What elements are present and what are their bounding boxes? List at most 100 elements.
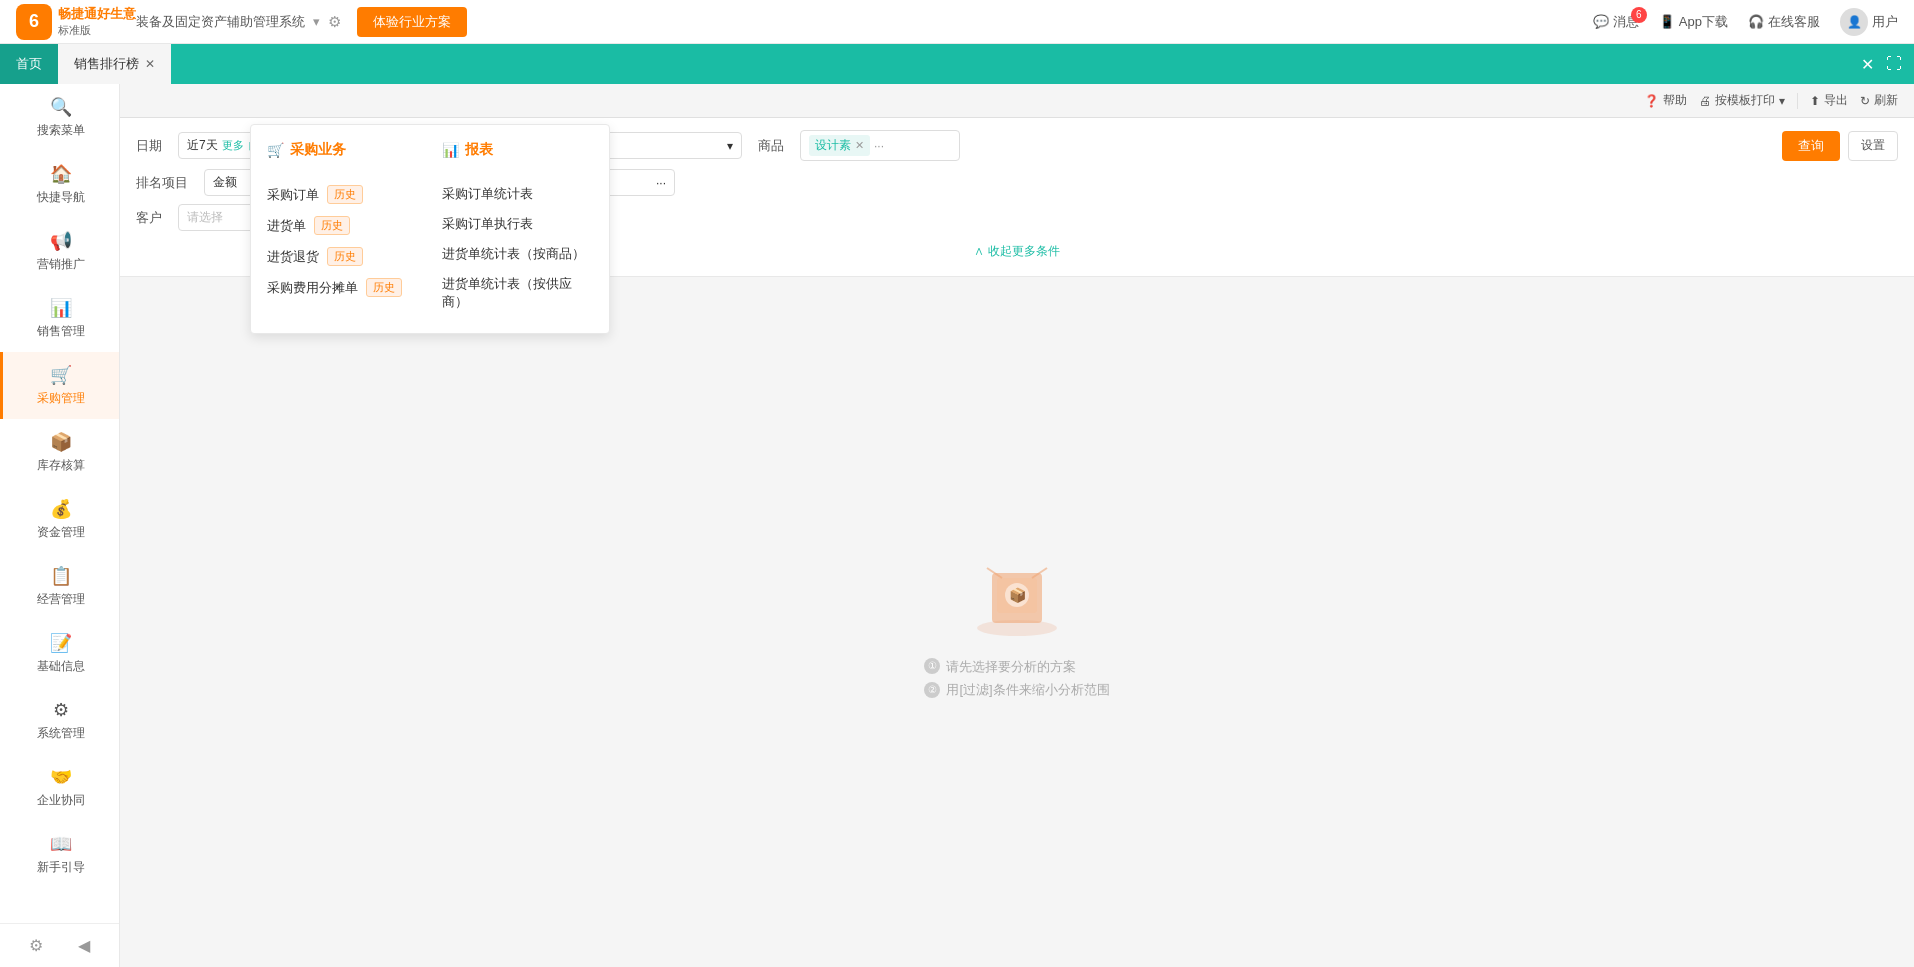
industry-btn[interactable]: 体验行业方案: [357, 7, 467, 37]
home-icon: 🏠: [50, 163, 72, 185]
menu-item-purchase-order[interactable]: 采购订单 历史: [267, 179, 418, 210]
app-download-btn[interactable]: 📱 App下载: [1659, 13, 1728, 31]
message-icon: 💬: [1593, 14, 1609, 29]
search-icon: 🔍: [50, 96, 72, 118]
settings-button[interactable]: 设置: [1848, 131, 1898, 161]
logo: 6 畅捷通好生意 标准版: [16, 4, 136, 40]
message-btn[interactable]: 💬 消息 6: [1593, 13, 1639, 31]
print-arrow-icon: ▾: [1779, 94, 1785, 108]
topbar-right: 💬 消息 6 📱 App下载 🎧 在线客服 👤 用户: [1593, 8, 1898, 36]
basic-icon: 📝: [50, 632, 72, 654]
empty-text: ① 请先选择要分析的方案 ② 用[过滤]条件来缩小分析范围: [924, 655, 1109, 702]
help-btn[interactable]: ❓ 帮助: [1644, 92, 1687, 109]
collapse-icon: ∧: [974, 244, 984, 258]
empty-step-1: ① 请先选择要分析的方案: [924, 655, 1109, 678]
goods-tag-close-icon[interactable]: ✕: [855, 139, 864, 152]
divider: [1797, 93, 1798, 109]
menu-item-purchase-expense[interactable]: 采购费用分摊单 历史: [267, 272, 418, 303]
goods-dots[interactable]: ···: [874, 139, 884, 153]
menu-item-report-receipt-supplier[interactable]: 进货单统计表（按供应商）: [442, 269, 593, 317]
sidebar-item-sales[interactable]: 📊 销售管理: [0, 285, 119, 352]
sidebar-item-inventory[interactable]: 📦 库存核算: [0, 419, 119, 486]
tab-sales-rank[interactable]: 销售排行榜 ✕: [58, 44, 171, 84]
goods-select[interactable]: 设计素 ✕ ···: [800, 130, 960, 161]
purchase-section-icon: 🛒: [267, 142, 284, 158]
customer-label: 客户: [136, 209, 162, 227]
salesman-dots[interactable]: ···: [656, 176, 666, 190]
sidebar-settings-icon[interactable]: ⚙: [29, 936, 43, 955]
export-btn[interactable]: ⬆ 导出: [1810, 92, 1848, 109]
sidebar-item-basic[interactable]: 📝 基础信息: [0, 620, 119, 687]
toolbar-row: ❓ 帮助 🖨 按模板打印 ▾ ⬆ 导出 ↻ 刷新: [120, 84, 1914, 118]
logo-text: 畅捷通好生意 标准版: [58, 6, 136, 37]
newbie-icon: 📖: [50, 833, 72, 855]
history-tag-0: 历史: [327, 185, 363, 204]
refresh-icon: ↻: [1860, 94, 1870, 108]
content-area: ❓ 帮助 🖨 按模板打印 ▾ ⬆ 导出 ↻ 刷新 日期: [120, 84, 1914, 967]
phone-icon: 📱: [1659, 14, 1675, 29]
help-icon: ❓: [1644, 94, 1659, 108]
tabbar-right: ✕ ⛶: [1861, 44, 1914, 84]
sidebar-item-search[interactable]: 🔍 搜索菜单: [0, 84, 119, 151]
sidebar-item-system[interactable]: ⚙ 系统管理: [0, 687, 119, 754]
sidebar-item-finance[interactable]: 💰 资金管理: [0, 486, 119, 553]
sidebar-item-operation[interactable]: 📋 经营管理: [0, 553, 119, 620]
sidebar-item-marketing[interactable]: 📢 营销推广: [0, 218, 119, 285]
online-service-btn[interactable]: 🎧 在线客服: [1748, 13, 1820, 31]
sidebar-bottom: ⚙ ◀: [0, 923, 119, 967]
purchase-icon: 🛒: [50, 364, 72, 386]
menu-item-report-receipt-goods[interactable]: 进货单统计表（按商品）: [442, 239, 593, 269]
sidebar-item-purchase[interactable]: 🛒 采购管理: [0, 352, 119, 419]
sidebar-collapse-icon[interactable]: ◀: [78, 936, 90, 955]
settings-icon[interactable]: ⚙: [328, 13, 341, 31]
purchase-section-title: 🛒 采购业务: [267, 141, 418, 167]
sidebar-item-quick[interactable]: 🏠 快捷导航: [0, 151, 119, 218]
svg-text:📦: 📦: [1009, 587, 1027, 604]
tab-window-close-icon[interactable]: ✕: [1861, 55, 1874, 74]
print-btn[interactable]: 🖨 按模板打印 ▾: [1699, 92, 1785, 109]
finance-icon: 💰: [50, 498, 72, 520]
bill-status-arrow: ▾: [727, 139, 733, 153]
enterprise-icon: 🤝: [50, 766, 72, 788]
inventory-icon: 📦: [50, 431, 72, 453]
tab-close-icon[interactable]: ✕: [145, 57, 155, 71]
history-tag-2: 历史: [327, 247, 363, 266]
report-section: 📊 报表 采购订单统计表 采购订单执行表 进货单统计表（按商品） 进货单统计表（…: [442, 141, 593, 317]
main-layout: 🔍 搜索菜单 🏠 快捷导航 📢 营销推广 📊 销售管理 🛒 采购管理 📦 库存核…: [0, 84, 1914, 967]
rank-label: 排名项目: [136, 174, 188, 192]
fullscreen-icon[interactable]: ⛶: [1886, 55, 1902, 73]
operation-icon: 📋: [50, 565, 72, 587]
avatar: 👤: [1840, 8, 1868, 36]
sidebar: 🔍 搜索菜单 🏠 快捷导航 📢 营销推广 📊 销售管理 🛒 采购管理 📦 库存核…: [0, 84, 120, 967]
system-title: 装备及固定资产辅助管理系统: [136, 13, 305, 31]
sales-icon: 📊: [50, 297, 72, 319]
system-icon: ⚙: [53, 699, 69, 721]
goods-label: 商品: [758, 137, 784, 155]
history-tag-3: 历史: [366, 278, 402, 297]
menu-item-purchase-receipt[interactable]: 进货单 历史: [267, 210, 418, 241]
marketing-icon: 📢: [50, 230, 72, 252]
empty-state: 📦 ① 请先选择要分析的方案 ② 用[过滤]条件来缩小分析范围: [120, 277, 1914, 967]
query-button[interactable]: 查询: [1782, 131, 1840, 161]
menu-item-report-order-exec[interactable]: 采购订单执行表: [442, 209, 593, 239]
empty-step-2: ② 用[过滤]条件来缩小分析范围: [924, 678, 1109, 701]
logo-icon: 6: [16, 4, 52, 40]
history-tag-1: 历史: [314, 216, 350, 235]
print-icon: 🖨: [1699, 94, 1711, 108]
tab-home[interactable]: 首页: [0, 44, 58, 84]
sidebar-item-enterprise[interactable]: 🤝 企业协同: [0, 754, 119, 821]
user-btn[interactable]: 👤 用户: [1840, 8, 1898, 36]
action-btns: 查询 设置: [1782, 131, 1898, 161]
purchase-section: 🛒 采购业务 采购订单 历史 进货单 历史 进货退货 历史 采购费用分摊单: [267, 141, 418, 317]
topbar: 6 畅捷通好生意 标准版 装备及固定资产辅助管理系统 ▾ ⚙ 体验行业方案 💬 …: [0, 0, 1914, 44]
sidebar-item-newbie[interactable]: 📖 新手引导: [0, 821, 119, 888]
empty-illustration: 📦: [957, 543, 1077, 643]
menu-item-purchase-return[interactable]: 进货退货 历史: [267, 241, 418, 272]
date-label: 日期: [136, 137, 162, 155]
report-section-icon: 📊: [442, 142, 459, 158]
goods-tag: 设计素 ✕: [809, 135, 870, 156]
refresh-btn[interactable]: ↻ 刷新: [1860, 92, 1898, 109]
dropdown-arrow-icon[interactable]: ▾: [313, 14, 320, 29]
menu-item-report-order-stats[interactable]: 采购订单统计表: [442, 179, 593, 209]
headset-icon: 🎧: [1748, 14, 1764, 29]
